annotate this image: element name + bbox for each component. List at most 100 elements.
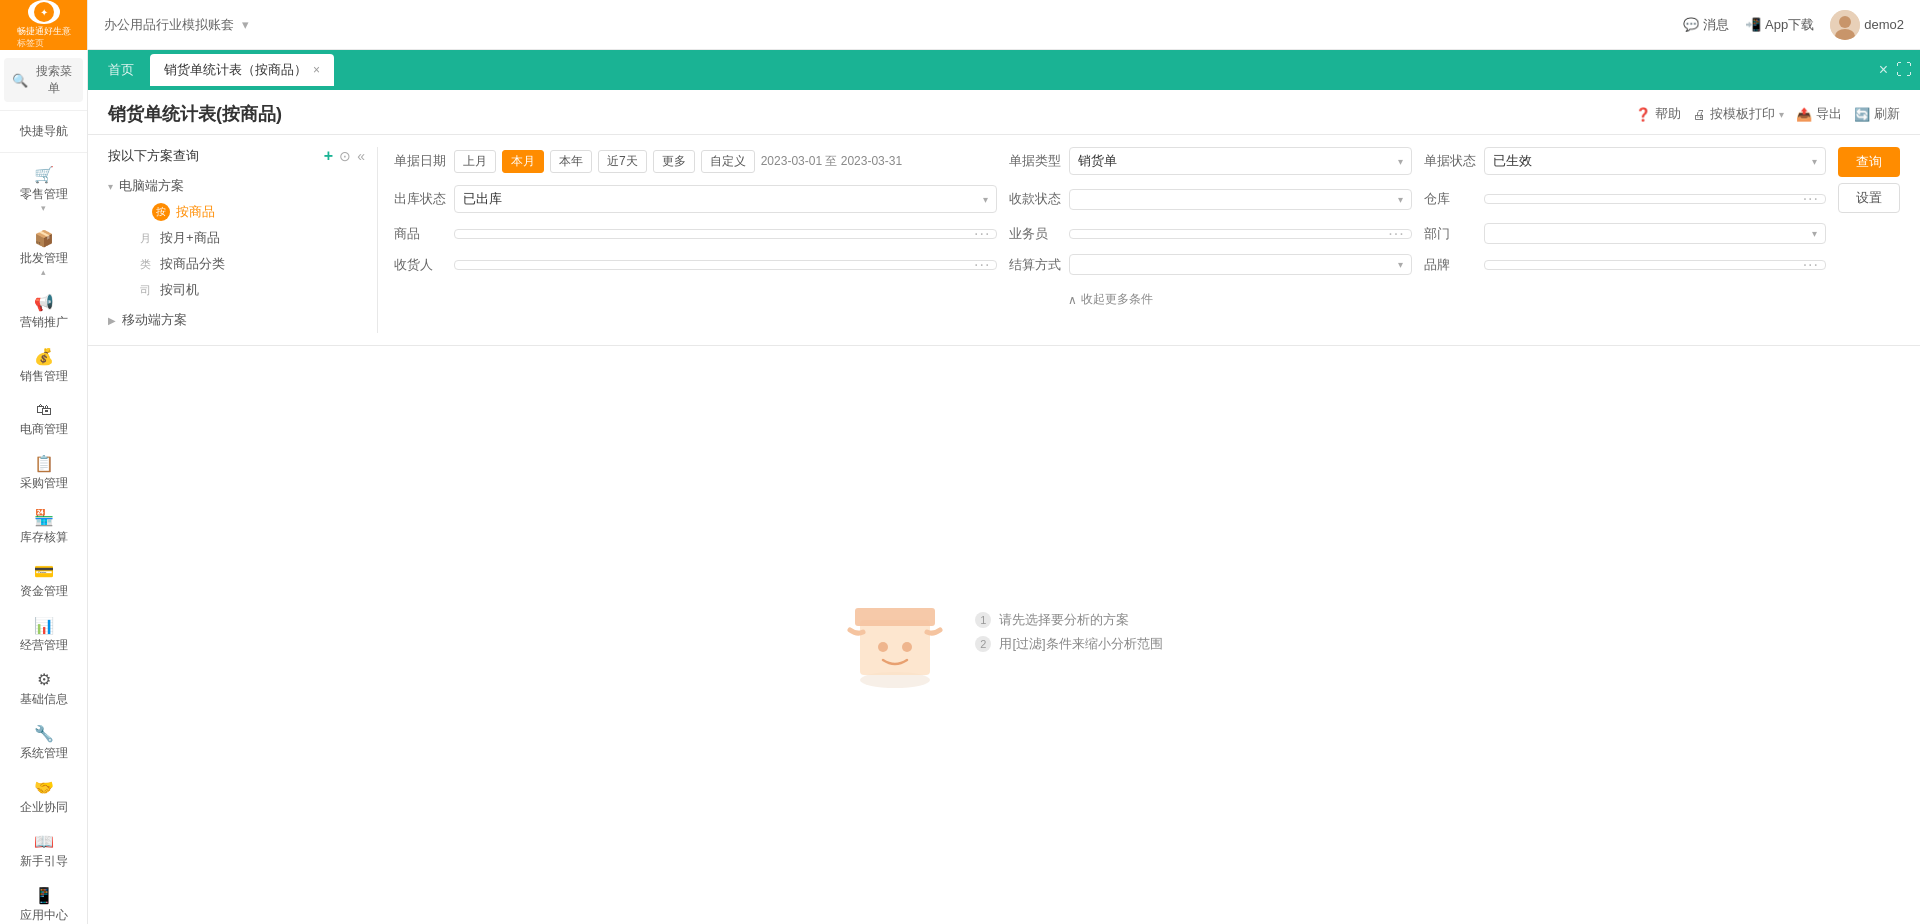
date-field: 单据日期 上月 本月 本年 近7天 更多 自定义: [394, 150, 997, 173]
print-dropdown-icon: ▾: [1779, 109, 1784, 120]
goods-label: 商品: [394, 225, 454, 243]
warehouse-picker-btn[interactable]: ···: [1803, 190, 1819, 208]
app-download-btn[interactable]: 📲 App下载: [1745, 16, 1814, 34]
hint-num-1: 1: [975, 612, 991, 628]
sidebar-item-apps[interactable]: 📱 应用中心: [0, 878, 87, 924]
warehouse-input[interactable]: ···: [1484, 194, 1826, 204]
sidebar-item-ecommerce[interactable]: 🛍 电商管理: [0, 393, 87, 446]
print-label: 按模板打印: [1710, 105, 1775, 123]
sidebar-item-purchase-label: 采购管理: [20, 475, 68, 492]
goods-input[interactable]: ···: [454, 229, 997, 239]
brand-value: ···: [1484, 260, 1826, 270]
export-btn[interactable]: 📤 导出: [1796, 105, 1842, 123]
sidebar-item-enterprise-label: 企业协同: [20, 799, 68, 816]
last-month-btn[interactable]: 上月: [454, 150, 496, 173]
sidebar-item-retail[interactable]: 🛒 零售管理 ▾: [0, 157, 87, 221]
company-selector[interactable]: 办公用品行业模拟账套 ▾: [104, 16, 1667, 34]
scheme-by-goods-label: 按商品: [176, 203, 215, 221]
svg-text:✦: ✦: [40, 7, 48, 18]
empty-hint-1: 1 请先选择要分析的方案: [975, 611, 1162, 629]
consignee-input[interactable]: ···: [454, 260, 997, 270]
sidebar-item-basic[interactable]: ⚙ 基础信息: [0, 662, 87, 716]
quick-nav-btn[interactable]: 快捷导航: [0, 117, 87, 146]
sidebar-item-operations[interactable]: 📊 经营管理: [0, 608, 87, 662]
doc-type-select[interactable]: 销货单 ▾: [1069, 147, 1411, 175]
scheme-collapse-btn[interactable]: «: [357, 148, 365, 164]
collapse-bar[interactable]: ∧ 收起更多条件: [394, 285, 1826, 314]
app-logo[interactable]: ✦ 畅捷通好生意 标签页: [0, 0, 87, 50]
consignee-picker-btn[interactable]: ···: [974, 256, 990, 274]
close-window-btn[interactable]: ×: [1879, 61, 1888, 79]
scheme-tree: ▾ 电脑端方案 按 按商品 月 按月+商品: [108, 173, 365, 333]
main-area: 办公用品行业模拟账套 ▾ 💬 消息 📲 App下载 demo2 首页: [88, 0, 1920, 924]
empty-state: 1 请先选择要分析的方案 2 用[过滤]条件来缩小分析范围: [88, 346, 1920, 924]
maximize-window-btn[interactable]: ⛶: [1896, 61, 1912, 79]
sidebar-item-finance[interactable]: 💳 资金管理: [0, 554, 87, 608]
tab-active[interactable]: 销货单统计表（按商品） ×: [150, 54, 334, 86]
outbound-select[interactable]: 已出库 ▾: [454, 185, 997, 213]
settings-button[interactable]: 设置: [1838, 183, 1900, 213]
help-btn[interactable]: ❓ 帮助: [1635, 105, 1681, 123]
receipt-select[interactable]: ▾: [1069, 189, 1411, 210]
svg-rect-6: [860, 620, 930, 675]
export-label: 导出: [1816, 105, 1842, 123]
doc-status-label: 单据状态: [1424, 152, 1484, 170]
brand-input[interactable]: ···: [1484, 260, 1826, 270]
brand-label: 品牌: [1424, 256, 1484, 274]
goods-picker-btn[interactable]: ···: [974, 225, 990, 243]
refresh-label: 刷新: [1874, 105, 1900, 123]
operations-icon: 📊: [34, 616, 54, 635]
sidebar-item-purchase[interactable]: 📋 采购管理: [0, 446, 87, 500]
scheme-settings-btn[interactable]: ⊙: [339, 148, 351, 164]
scheme-mobile-parent[interactable]: ▶ 移动端方案: [108, 307, 365, 333]
salesperson-input[interactable]: ···: [1069, 229, 1411, 239]
sidebar-item-wholesale[interactable]: 📦 批发管理 ▴: [0, 221, 87, 285]
brand-picker-btn[interactable]: ···: [1803, 256, 1819, 274]
content-area: 销货单统计表(按商品) ❓ 帮助 🖨 按模板打印 ▾ 📤 导出 🔄 刷新: [88, 90, 1920, 924]
refresh-btn[interactable]: 🔄 刷新: [1854, 105, 1900, 123]
print-btn[interactable]: 🖨 按模板打印 ▾: [1693, 105, 1784, 123]
sidebar-item-sales[interactable]: 💰 销售管理: [0, 339, 87, 393]
collapse-icon: ∧: [1068, 293, 1077, 307]
tab-close-btn[interactable]: ×: [313, 63, 320, 77]
sidebar-item-inventory[interactable]: 🏪 库存核算: [0, 500, 87, 554]
scheme-pc-parent[interactable]: ▾ 电脑端方案: [108, 173, 365, 199]
scheme-by-category[interactable]: 类 按商品分类: [132, 251, 365, 277]
department-select[interactable]: ▾: [1484, 223, 1826, 244]
sidebar-item-system[interactable]: 🔧 系统管理: [0, 716, 87, 770]
search-menu-btn[interactable]: 🔍 搜索菜单: [4, 58, 83, 102]
last7-btn[interactable]: 近7天: [598, 150, 647, 173]
warehouse-value: ···: [1484, 194, 1826, 204]
wholesale-expand-icon: ▴: [41, 267, 46, 277]
sidebar-item-guide[interactable]: 📖 新手引导: [0, 824, 87, 878]
outbound-arrow: ▾: [983, 194, 988, 205]
custom-btn[interactable]: 自定义: [701, 150, 755, 173]
scheme-by-goods[interactable]: 按 按商品: [132, 199, 365, 225]
department-arrow: ▾: [1812, 228, 1817, 239]
doc-status-select[interactable]: 已生效 ▾: [1484, 147, 1826, 175]
scheme-add-btn[interactable]: +: [324, 147, 333, 165]
settlement-select[interactable]: ▾: [1069, 254, 1411, 275]
settlement-value: ▾: [1069, 254, 1411, 275]
filter-row-3: 商品 ··· 业务员: [394, 223, 1826, 244]
scheme-by-month-goods[interactable]: 月 按月+商品: [132, 225, 365, 251]
user-profile-btn[interactable]: demo2: [1830, 10, 1904, 40]
svg-point-8: [878, 642, 888, 652]
this-month-btn[interactable]: 本月: [502, 150, 544, 173]
print-icon: 🖨: [1693, 107, 1706, 122]
sidebar-item-marketing[interactable]: 📢 营销推广: [0, 285, 87, 339]
salesperson-picker-btn[interactable]: ···: [1388, 225, 1404, 243]
consignee-field: 收货人 ···: [394, 256, 997, 274]
scheme-by-driver[interactable]: 司 按司机: [132, 277, 365, 303]
sidebar: ✦ 畅捷通好生意 标签页 🔍 搜索菜单 快捷导航 🛒 零售管理 ▾ 📦 批发管理…: [0, 0, 88, 924]
this-year-btn[interactable]: 本年: [550, 150, 592, 173]
tab-home[interactable]: 首页: [96, 54, 146, 86]
sidebar-item-enterprise[interactable]: 🤝 企业协同: [0, 770, 87, 824]
settlement-arrow: ▾: [1398, 259, 1403, 270]
message-btn[interactable]: 💬 消息: [1683, 16, 1729, 34]
more-btn[interactable]: 更多: [653, 150, 695, 173]
salesperson-label: 业务员: [1009, 225, 1069, 243]
query-button[interactable]: 查询: [1838, 147, 1900, 177]
sidebar-item-guide-label: 新手引导: [20, 853, 68, 870]
goods-field: 商品 ···: [394, 225, 997, 243]
